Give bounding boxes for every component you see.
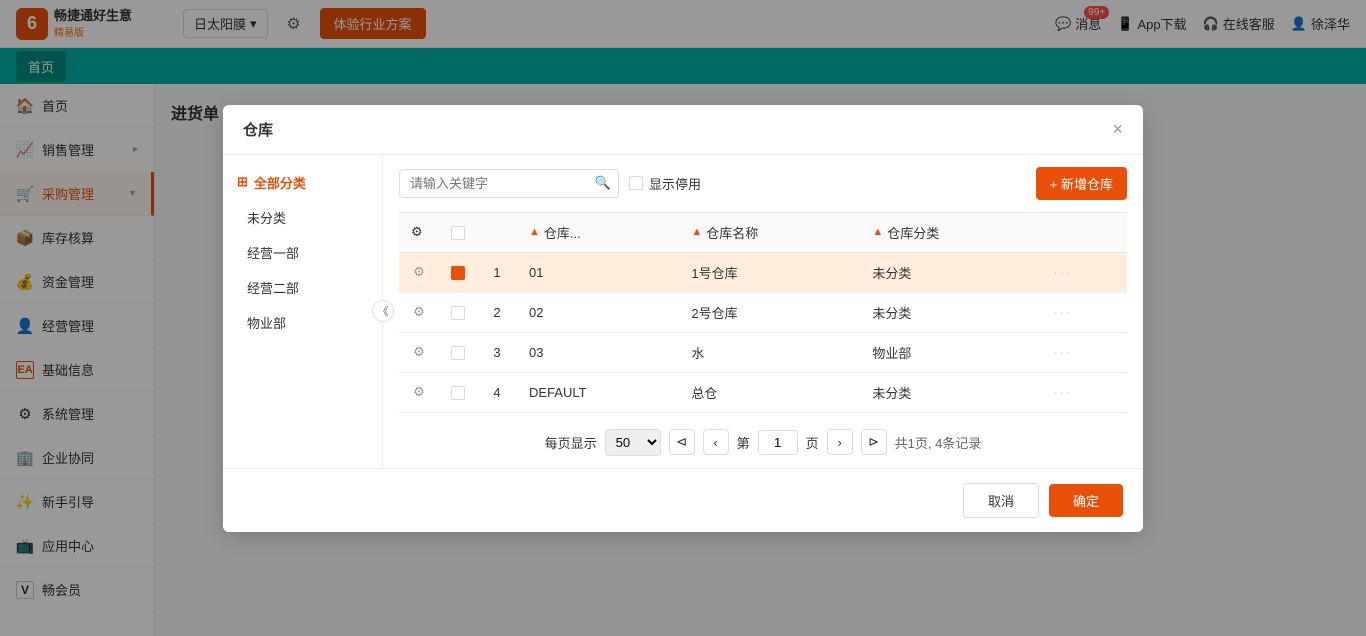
cancel-button[interactable]: 取消 — [963, 483, 1039, 518]
row-checkbox[interactable] — [439, 372, 477, 412]
category-panel: ⊞ 全部分类 《 未分类 经营一部 经营二部 物业部 — [223, 155, 383, 468]
sort-icon-code: ▲ — [529, 226, 540, 238]
add-warehouse-button[interactable]: + 新增仓库 — [1036, 167, 1127, 200]
row-select-checkbox[interactable] — [451, 306, 465, 320]
row-more-actions[interactable]: ··· — [1041, 252, 1127, 292]
row-select-checkbox[interactable] — [451, 266, 465, 280]
per-page-label: 每页显示 — [545, 433, 597, 452]
page-unit: 页 — [806, 433, 819, 452]
row-num: 3 — [477, 332, 517, 372]
col-header-checkbox — [439, 212, 477, 252]
modal-title: 仓库 — [243, 119, 273, 140]
show-disabled-wrap: 显示停用 — [629, 174, 701, 193]
row-name: 2号仓库 — [679, 292, 860, 332]
show-disabled-checkbox[interactable] — [629, 176, 643, 190]
collapse-panel-button[interactable]: 《 — [372, 300, 394, 322]
confirm-button[interactable]: 确定 — [1049, 484, 1123, 517]
col-header-name: ▲ 仓库名称 — [679, 212, 860, 252]
modal-header: 仓库 × — [223, 105, 1143, 155]
col-header-gear: ⚙ — [399, 212, 439, 252]
row-num: 1 — [477, 252, 517, 292]
row-select-checkbox[interactable] — [451, 386, 465, 400]
category-item-0[interactable]: 未分类 — [223, 200, 382, 235]
all-categories-label: 全部分类 — [254, 173, 306, 192]
col-header-actions — [1041, 212, 1127, 252]
all-categories[interactable]: ⊞ 全部分类 — [223, 165, 382, 200]
pagination-row: 每页显示 50 100 ⊲ ‹ 第 页 › ⊳ 共1页, 4条记录 — [399, 429, 1127, 456]
row-name: 总仓 — [679, 372, 860, 412]
modal-close-button[interactable]: × — [1112, 120, 1123, 138]
col-header-code: ▲ 仓库... — [517, 212, 679, 252]
table-wrapper: ⚙ ▲ 仓库... — [399, 212, 1127, 413]
table-row[interactable]: ⚙ 4 DEFAULT 总仓 未分类 ··· — [399, 372, 1127, 412]
row-gear[interactable]: ⚙ — [399, 372, 439, 412]
row-gear[interactable]: ⚙ — [399, 252, 439, 292]
sort-icon-category: ▲ — [872, 226, 883, 238]
row-gear[interactable]: ⚙ — [399, 332, 439, 372]
category-item-3[interactable]: 物业部 — [223, 305, 382, 340]
row-num: 2 — [477, 292, 517, 332]
row-code: 02 — [517, 292, 679, 332]
modal-overlay: 仓库 × ⊞ 全部分类 《 未分类 经营一部 经营二部 — [0, 0, 1366, 636]
warehouse-modal: 仓库 × ⊞ 全部分类 《 未分类 经营一部 经营二部 — [223, 105, 1143, 532]
select-all-checkbox[interactable] — [451, 226, 465, 240]
page-label: 第 — [737, 433, 750, 452]
modal-footer: 取消 确定 — [223, 468, 1143, 532]
search-row: 🔍 显示停用 + 新增仓库 — [399, 167, 1127, 200]
table-row[interactable]: ⚙ 3 03 水 物业部 ··· — [399, 332, 1127, 372]
row-code: 01 — [517, 252, 679, 292]
row-category: 未分类 — [860, 252, 1041, 292]
table-row[interactable]: ⚙ 1 01 1号仓库 未分类 ··· — [399, 252, 1127, 292]
row-checkbox[interactable] — [439, 292, 477, 332]
row-gear[interactable]: ⚙ — [399, 292, 439, 332]
grid-icon: ⊞ — [237, 174, 248, 190]
row-checkbox[interactable] — [439, 332, 477, 372]
per-page-select[interactable]: 50 100 — [605, 429, 661, 456]
category-item-2[interactable]: 经营二部 — [223, 270, 382, 305]
row-code: 03 — [517, 332, 679, 372]
prev-page-button[interactable]: ‹ — [703, 429, 729, 455]
category-item-1[interactable]: 经营一部 — [223, 235, 382, 270]
col-header-category: ▲ 仓库分类 — [860, 212, 1041, 252]
row-category: 未分类 — [860, 292, 1041, 332]
row-more-actions[interactable]: ··· — [1041, 372, 1127, 412]
page-number-input[interactable] — [758, 430, 798, 455]
sort-icon-name: ▲ — [691, 226, 702, 238]
row-name: 1号仓库 — [679, 252, 860, 292]
row-code: DEFAULT — [517, 372, 679, 412]
show-disabled-label: 显示停用 — [649, 174, 701, 193]
first-page-button[interactable]: ⊲ — [669, 429, 695, 455]
total-info: 共1页, 4条记录 — [895, 433, 982, 452]
row-num: 4 — [477, 372, 517, 412]
search-input[interactable] — [399, 169, 619, 198]
modal-body: ⊞ 全部分类 《 未分类 经营一部 经营二部 物业部 — [223, 155, 1143, 468]
next-page-button[interactable]: › — [827, 429, 853, 455]
row-more-actions[interactable]: ··· — [1041, 292, 1127, 332]
row-category: 未分类 — [860, 372, 1041, 412]
search-icon[interactable]: 🔍 — [595, 175, 611, 191]
table-panel: 🔍 显示停用 + 新增仓库 ⚙ — [383, 155, 1143, 468]
row-select-checkbox[interactable] — [451, 346, 465, 360]
search-input-wrap: 🔍 — [399, 169, 619, 198]
warehouse-table: ⚙ ▲ 仓库... — [399, 212, 1127, 413]
col-header-num — [477, 212, 517, 252]
row-category: 物业部 — [860, 332, 1041, 372]
row-name: 水 — [679, 332, 860, 372]
table-row[interactable]: ⚙ 2 02 2号仓库 未分类 ··· — [399, 292, 1127, 332]
row-checkbox[interactable] — [439, 252, 477, 292]
row-more-actions[interactable]: ··· — [1041, 332, 1127, 372]
last-page-button[interactable]: ⊳ — [861, 429, 887, 455]
